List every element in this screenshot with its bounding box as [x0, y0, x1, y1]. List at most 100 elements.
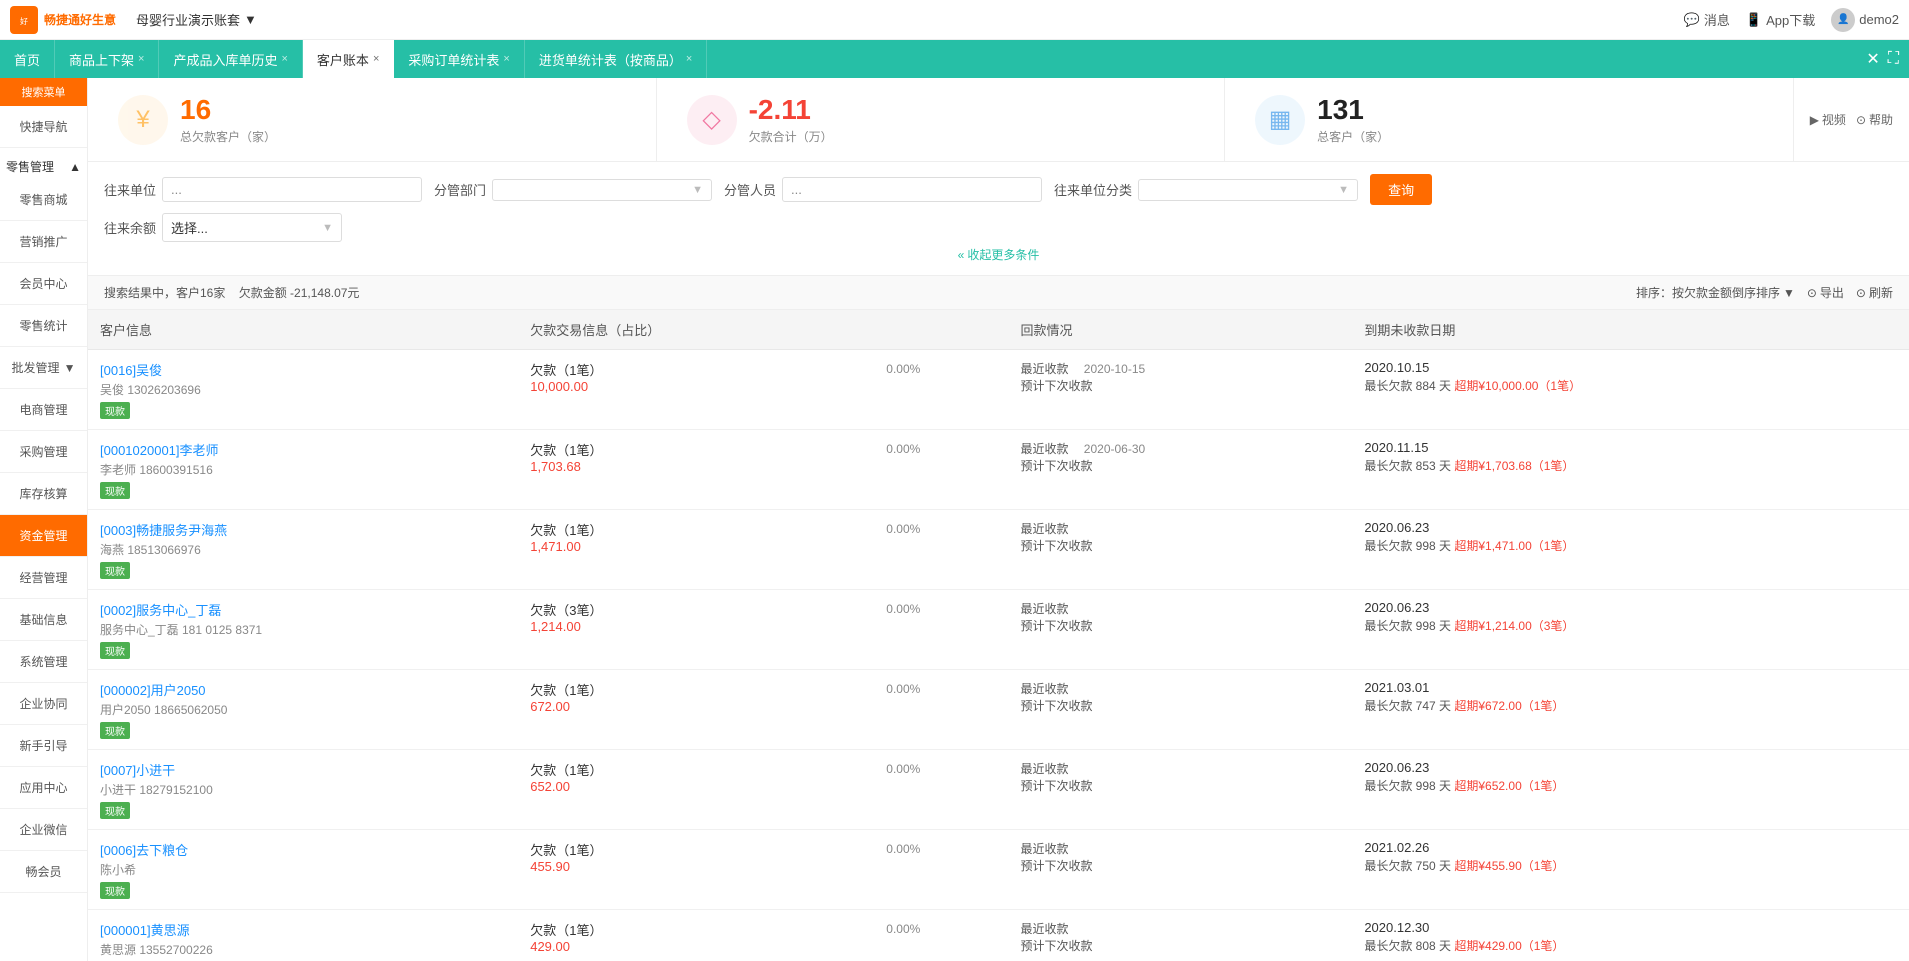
tab-purchase-summary-close[interactable]: ×	[503, 53, 509, 65]
filter-unit-input[interactable]: ...	[162, 177, 422, 202]
filter-balance-select[interactable]: 选择... ▼	[162, 213, 342, 242]
table-row: [0016]吴俊 吴俊 13026203696 现款 欠款（1笔） 10,000…	[88, 350, 1909, 430]
sidebar-item-ecommerce[interactable]: 电商管理	[0, 389, 87, 431]
filter-unit-label: 往来单位	[104, 180, 156, 199]
overdue-amount-1[interactable]: 超期¥1,703.68（1笔）	[1454, 459, 1574, 473]
tab-purchase-summary[interactable]: 采购订单统计表 ×	[394, 40, 524, 78]
cell-debt-0: 欠款（1笔） 10,000.00	[518, 350, 874, 430]
sidebar-item-app-center-label: 应用中心	[19, 781, 67, 795]
customer-name-5[interactable]: [0007]小进干	[100, 760, 506, 779]
debt-amount-1[interactable]: 1,703.68	[530, 459, 862, 474]
table-row: [0006]去下粮仓 陈小希 现款 欠款（1笔） 455.90 0.00% 最近…	[88, 830, 1909, 910]
table-row: [0002]服务中心_丁磊 服务中心_丁磊 181 0125 8371 现款 欠…	[88, 590, 1909, 670]
view-video-label: 视频	[1822, 111, 1846, 128]
app-download-btn[interactable]: 📱 App下载	[1746, 10, 1815, 29]
next-collect-label-1: 预计下次收款	[1020, 459, 1092, 473]
message-btn[interactable]: 💬 消息	[1684, 10, 1730, 29]
due-date-0: 2020.10.15	[1364, 360, 1897, 375]
customer-sub-6: 陈小希	[100, 861, 506, 878]
overdue-amount-3[interactable]: 超期¥1,214.00（3笔）	[1454, 619, 1574, 633]
table-row: [000001]黄思源 黄思源 13552700226 现款 欠款（1笔） 42…	[88, 910, 1909, 961]
tab-purchase-stats[interactable]: 进货单统计表（按商品） ×	[525, 40, 707, 78]
tab-customer-account-close[interactable]: ×	[373, 53, 379, 65]
export-btn[interactable]: ⊙ 导出	[1807, 284, 1844, 301]
sidebar-item-enterprise[interactable]: 企业协同	[0, 683, 87, 725]
cell-collection-7: 最近收款 预计下次收款	[1008, 910, 1352, 961]
debt-amount-0[interactable]: 10,000.00	[530, 379, 862, 394]
sidebar-item-basic-info[interactable]: 基础信息	[0, 599, 87, 641]
cell-collection-1: 最近收款 2020-06-30 预计下次收款	[1008, 430, 1352, 510]
filter-unit-class-select[interactable]: ▼	[1138, 179, 1358, 201]
cell-pct-0: 0.00%	[874, 350, 1008, 430]
logo-area: 好 畅捷通好生意	[10, 6, 116, 34]
tab-product-history[interactable]: 产成品入库单历史 ×	[159, 40, 302, 78]
sidebar-item-inventory[interactable]: 库存核算	[0, 473, 87, 515]
customer-name-6[interactable]: [0006]去下粮仓	[100, 840, 506, 859]
query-button[interactable]: 查询	[1370, 174, 1432, 205]
collapse-filter-btn[interactable]: « 收起更多条件	[104, 246, 1893, 263]
filter-unit-class-arrow-icon: ▼	[1338, 184, 1349, 196]
user-avatar-btn[interactable]: 👤 demo2	[1831, 8, 1899, 32]
sidebar-item-vip[interactable]: 畅会员	[0, 851, 87, 893]
tab-product-history-close[interactable]: ×	[281, 53, 287, 65]
sidebar-item-app-center[interactable]: 应用中心	[0, 767, 87, 809]
overdue-amount-4[interactable]: 超期¥672.00（1笔）	[1454, 699, 1564, 713]
filter-person-placeholder: ...	[791, 182, 802, 197]
overdue-amount-7[interactable]: 超期¥429.00（1笔）	[1454, 939, 1564, 953]
debt-amount-6[interactable]: 455.90	[530, 859, 862, 874]
debt-amount-7[interactable]: 429.00	[530, 939, 862, 954]
sidebar-item-batch-mgmt[interactable]: 批发管理 ▼	[0, 347, 87, 389]
overdue-amount-0[interactable]: 超期¥10,000.00（1笔）	[1454, 379, 1581, 393]
sort-selector[interactable]: 排序：按欠款金额倒序排序 ▼	[1636, 284, 1795, 301]
batch-mgmt-arrow-icon: ▼	[64, 361, 76, 375]
tabs-expand-icon[interactable]: ⛶	[1888, 50, 1899, 68]
store-selector[interactable]: 母婴行业演示账套 ▼	[136, 10, 257, 29]
stats-right-btns: ▶ 视频 ⊙ 帮助	[1794, 78, 1909, 161]
sidebar-item-system[interactable]: 系统管理	[0, 641, 87, 683]
filter-person-input[interactable]: ...	[782, 177, 1042, 202]
customer-name-3[interactable]: [0002]服务中心_丁磊	[100, 600, 506, 619]
sidebar-item-capital[interactable]: 资金管理	[0, 515, 87, 557]
debt-amount-2[interactable]: 1,471.00	[530, 539, 862, 554]
sidebar-item-marketing[interactable]: 营销推广	[0, 221, 87, 263]
sidebar-item-retail-stats[interactable]: 零售统计	[0, 305, 87, 347]
customer-name-0[interactable]: [0016]吴俊	[100, 360, 506, 379]
sidebar-item-guide[interactable]: 新手引导	[0, 725, 87, 767]
overdue-amount-6[interactable]: 超期¥455.90（1笔）	[1454, 859, 1564, 873]
stat-debt-customers-content: 16 总欠款客户（家）	[180, 94, 276, 145]
overdue-amount-2[interactable]: 超期¥1,471.00（1笔）	[1454, 539, 1574, 553]
help-btn[interactable]: ⊙ 帮助	[1856, 111, 1893, 128]
sidebar-item-retail-store[interactable]: 零售商城	[0, 179, 87, 221]
tab-product-offline[interactable]: 商品上下架 ×	[55, 40, 159, 78]
sidebar-item-operations[interactable]: 经营管理	[0, 557, 87, 599]
sidebar-item-quick-nav[interactable]: 快捷导航	[0, 106, 87, 148]
play-icon: ▶	[1810, 113, 1819, 127]
cell-debt-3: 欠款（3笔） 1,214.00	[518, 590, 874, 670]
tab-home[interactable]: 首页	[0, 40, 55, 78]
sidebar-retail-mgmt-section[interactable]: 零售管理 ▲	[0, 148, 87, 179]
sidebar-item-purchase-mgmt[interactable]: 采购管理	[0, 431, 87, 473]
sidebar-item-marketing-label: 营销推广	[19, 235, 67, 249]
debt-amount-3[interactable]: 1,214.00	[530, 619, 862, 634]
customer-name-4[interactable]: [000002]用户2050	[100, 680, 506, 699]
cell-pct-3: 0.00%	[874, 590, 1008, 670]
debt-amount-4[interactable]: 672.00	[530, 699, 862, 714]
search-menu-btn[interactable]: 搜索菜单	[0, 78, 87, 106]
sidebar-item-wecom[interactable]: 企业微信	[0, 809, 87, 851]
view-video-btn[interactable]: ▶ 视频	[1810, 111, 1846, 128]
app-download-label: App下载	[1766, 10, 1815, 29]
tabs-close-icon[interactable]: ✕	[1866, 49, 1879, 69]
tab-product-offline-close[interactable]: ×	[138, 53, 144, 65]
next-collect-label-3: 预计下次收款	[1020, 619, 1092, 633]
refresh-btn[interactable]: ⊙ 刷新	[1856, 284, 1893, 301]
tab-customer-account[interactable]: 客户账本 ×	[303, 40, 394, 78]
filter-dept-select[interactable]: ▼	[492, 179, 712, 201]
debt-amount-5[interactable]: 652.00	[530, 779, 862, 794]
sidebar-item-membership[interactable]: 会员中心	[0, 263, 87, 305]
overdue-amount-5[interactable]: 超期¥652.00（1笔）	[1454, 779, 1564, 793]
customer-name-1[interactable]: [0001020001]李老师	[100, 440, 506, 459]
customer-name-7[interactable]: [000001]黄思源	[100, 920, 506, 939]
tab-purchase-stats-close[interactable]: ×	[686, 53, 692, 65]
customer-name-2[interactable]: [0003]畅捷服务尹海燕	[100, 520, 506, 539]
cell-debt-7: 欠款（1笔） 429.00	[518, 910, 874, 961]
